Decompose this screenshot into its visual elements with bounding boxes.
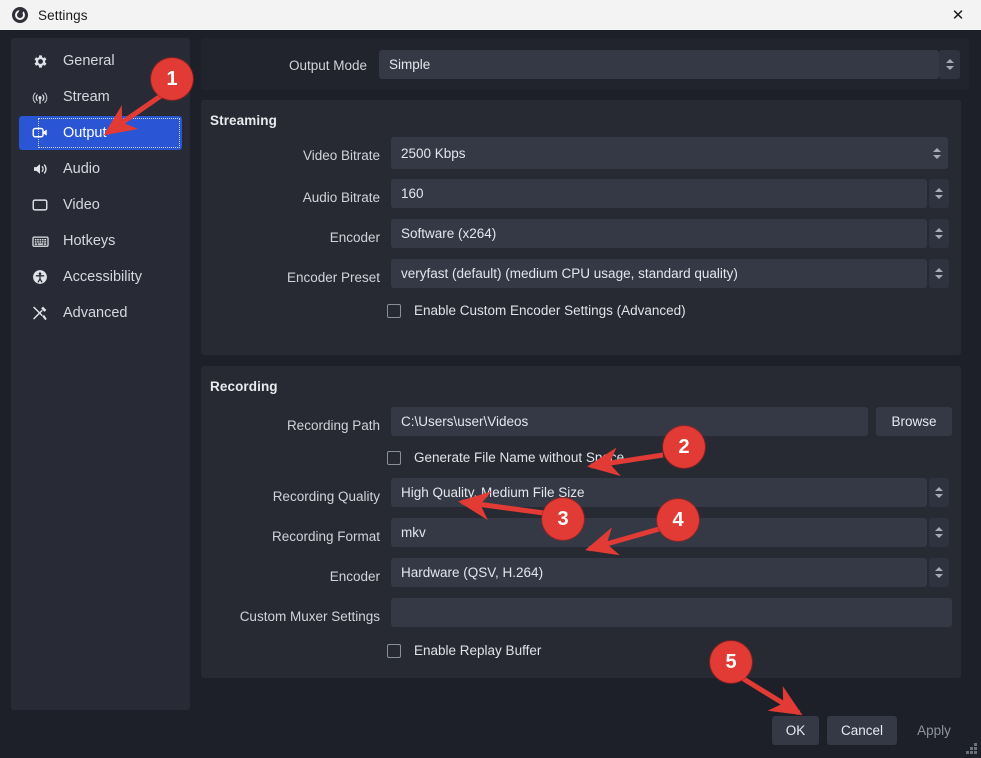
window-title: Settings xyxy=(38,7,88,23)
sidebar-item-output[interactable]: Output xyxy=(19,116,182,150)
recording-section-title: Recording xyxy=(210,379,278,394)
recording-encoder-field[interactable]: Hardware (QSV, H.264) xyxy=(391,558,927,587)
sidebar-item-accessibility[interactable]: Accessibility xyxy=(19,260,182,294)
stream-encoder-spinner[interactable] xyxy=(929,219,949,248)
sidebar-item-label: Video xyxy=(63,197,100,213)
sidebar-item-label: Output xyxy=(63,125,107,141)
output-mode-spinner[interactable] xyxy=(939,50,960,79)
speaker-icon xyxy=(29,158,51,180)
annotation-badge-5: 5 xyxy=(710,641,752,683)
annotation-badge-4: 4 xyxy=(657,499,699,541)
recording-path-label: Recording Path xyxy=(286,418,380,433)
recording-format-label: Recording Format xyxy=(271,529,380,544)
obs-logo-icon xyxy=(12,7,28,23)
sidebar-item-label: Accessibility xyxy=(63,269,142,285)
audio-bitrate-field[interactable]: 160 xyxy=(391,179,927,208)
checkbox-icon[interactable] xyxy=(387,643,401,658)
window-title-bar: Settings ✕ xyxy=(0,0,981,30)
stream-encoder-field[interactable]: Software (x264) xyxy=(391,219,927,248)
sidebar-item-label: Stream xyxy=(63,89,110,105)
recording-path-field[interactable]: C:\Users\user\Videos xyxy=(391,407,868,436)
resize-grip[interactable] xyxy=(963,740,977,754)
checkbox-icon[interactable] xyxy=(387,450,401,465)
custom-muxer-field[interactable] xyxy=(391,598,952,627)
replay-buffer-label: Enable Replay Buffer xyxy=(414,643,542,658)
recording-quality-label: Recording Quality xyxy=(272,489,380,504)
checkbox-icon[interactable] xyxy=(387,303,401,318)
monitor-icon xyxy=(29,194,51,216)
dialog-body: General Stream Output Audio Video Hotkey… xyxy=(0,30,981,758)
annotation-badge-2: 2 xyxy=(663,426,705,468)
output-monitor-icon xyxy=(29,122,51,144)
sidebar-item-label: Advanced xyxy=(63,305,128,321)
sidebar-item-hotkeys[interactable]: Hotkeys xyxy=(19,224,182,258)
streaming-section-title: Streaming xyxy=(210,113,277,128)
sidebar-item-label: Audio xyxy=(63,161,101,177)
sidebar-item-label: General xyxy=(63,53,115,69)
output-mode-field[interactable]: Simple xyxy=(379,50,939,79)
output-mode-label: Output Mode xyxy=(288,58,367,73)
stream-encoder-label: Encoder xyxy=(329,230,380,245)
ok-button[interactable]: OK xyxy=(772,716,819,745)
video-bitrate-field[interactable]: 2500 Kbps xyxy=(391,137,948,169)
keyboard-icon xyxy=(29,230,51,252)
replay-buffer-checkbox-row[interactable]: Enable Replay Buffer xyxy=(387,643,541,658)
tools-icon xyxy=(29,302,51,324)
generate-filename-label: Generate File Name without Space xyxy=(414,450,625,465)
generate-filename-checkbox-row[interactable]: Generate File Name without Space xyxy=(387,450,624,465)
sidebar-item-label: Hotkeys xyxy=(63,233,116,249)
video-bitrate-label: Video Bitrate xyxy=(302,148,380,163)
encoder-preset-spinner[interactable] xyxy=(929,259,949,288)
sidebar-item-advanced[interactable]: Advanced xyxy=(19,296,182,330)
broadcast-icon xyxy=(29,86,51,108)
close-icon[interactable]: ✕ xyxy=(935,0,981,30)
recording-quality-spinner[interactable] xyxy=(929,478,949,507)
annotation-badge-1: 1 xyxy=(151,58,193,100)
cancel-button[interactable]: Cancel xyxy=(827,716,897,745)
settings-sidebar: General Stream Output Audio Video Hotkey… xyxy=(11,38,190,710)
custom-encoder-settings-label: Enable Custom Encoder Settings (Advanced… xyxy=(414,303,686,318)
sidebar-item-video[interactable]: Video xyxy=(19,188,182,222)
recording-quality-field[interactable]: High Quality, Medium File Size xyxy=(391,478,927,507)
custom-muxer-label: Custom Muxer Settings xyxy=(239,609,380,624)
streaming-panel: Streaming Video Bitrate 2500 Kbps Audio … xyxy=(201,100,961,355)
recording-encoder-label: Encoder xyxy=(329,569,380,584)
accessibility-icon xyxy=(29,266,51,288)
output-mode-panel: Output Mode Simple xyxy=(201,38,969,90)
encoder-preset-field[interactable]: veryfast (default) (medium CPU usage, st… xyxy=(391,259,927,288)
apply-button[interactable]: Apply xyxy=(903,716,965,745)
annotation-badge-3: 3 xyxy=(542,498,584,540)
focus-ring xyxy=(38,118,180,148)
audio-bitrate-spinner[interactable] xyxy=(929,179,949,208)
recording-format-spinner[interactable] xyxy=(929,518,949,547)
audio-bitrate-label: Audio Bitrate xyxy=(302,190,380,205)
custom-encoder-settings-checkbox-row[interactable]: Enable Custom Encoder Settings (Advanced… xyxy=(387,303,686,318)
encoder-preset-label: Encoder Preset xyxy=(286,270,380,285)
gear-icon xyxy=(29,50,51,72)
sidebar-item-audio[interactable]: Audio xyxy=(19,152,182,186)
recording-encoder-spinner[interactable] xyxy=(929,558,949,587)
video-bitrate-spinner[interactable] xyxy=(927,138,947,168)
browse-button[interactable]: Browse xyxy=(876,407,952,436)
